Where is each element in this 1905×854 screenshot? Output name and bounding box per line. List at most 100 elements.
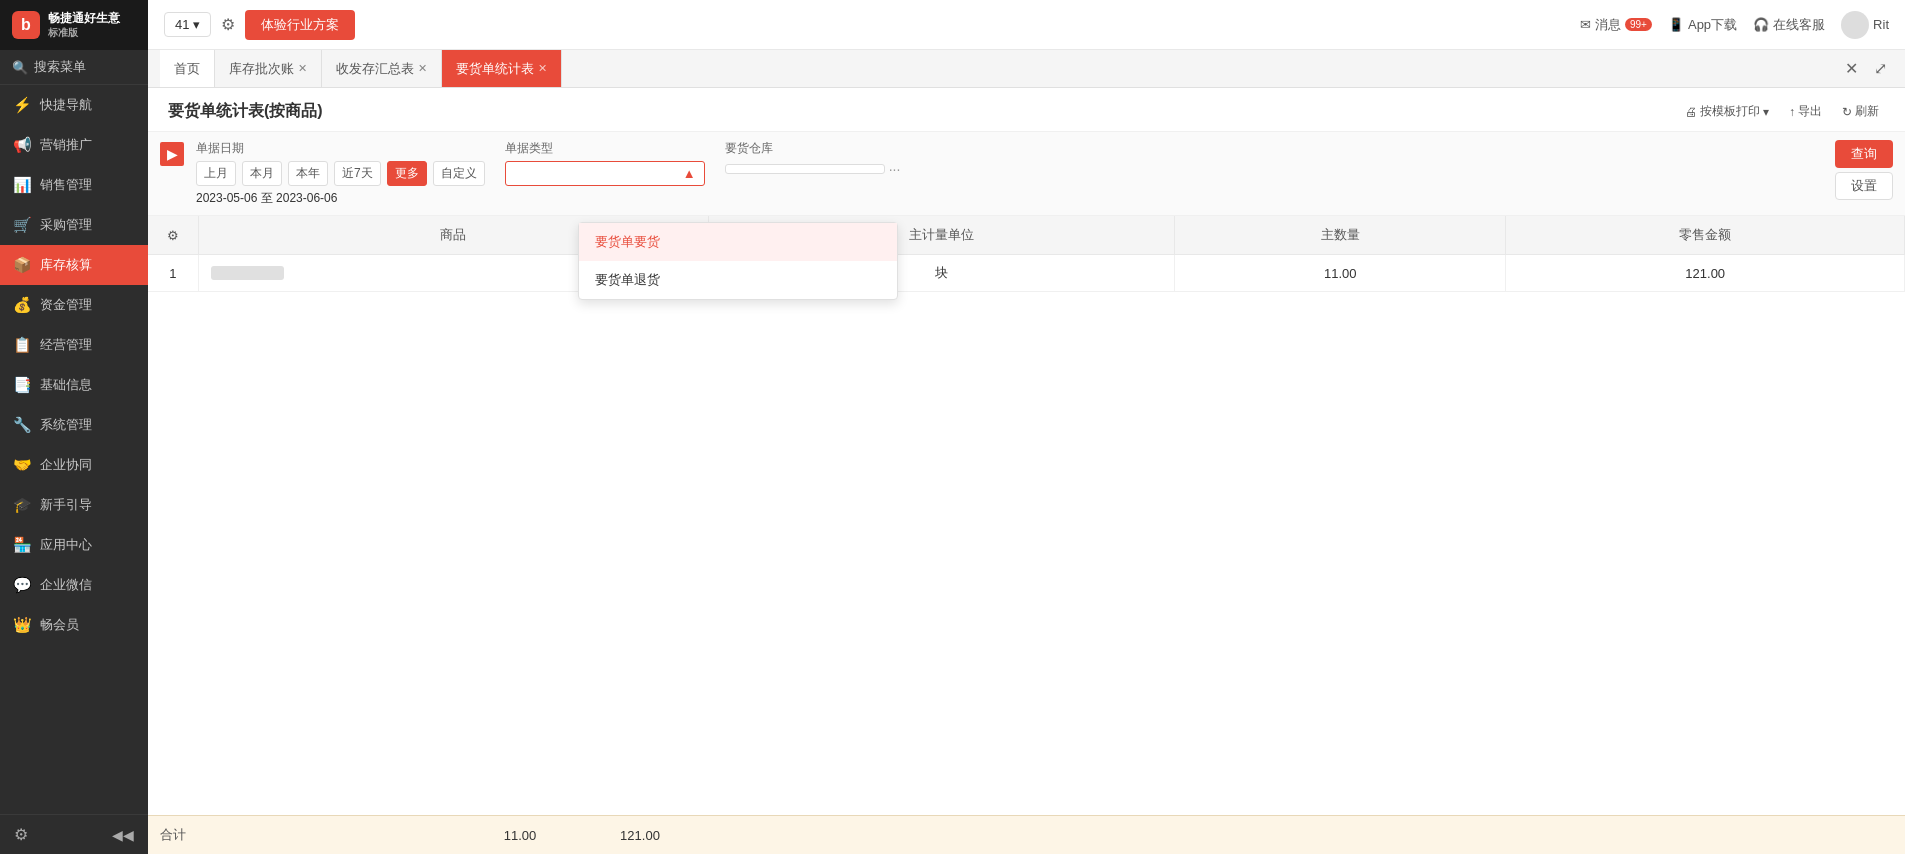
settings-button[interactable]: 设置 [1835,172,1893,200]
type-filter-input[interactable] [514,167,683,181]
tab-order-summary[interactable]: 要货单统计表 ✕ [442,50,562,87]
warehouse-filter-input[interactable] [725,164,885,174]
search-menu-label: 搜索菜单 [34,58,86,76]
topbar-right: ✉ 消息 99+ 📱 App下载 🎧 在线客服 Rit [1580,11,1889,39]
sidebar-item-label: 销售管理 [40,176,92,194]
finance-icon: 💰 [12,296,32,314]
print-button[interactable]: 🖨 按模板打印 ▾ [1679,100,1775,123]
sidebar-item-label: 新手引导 [40,496,92,514]
goods-name-blurred: ████████ [211,266,285,280]
print-label: 按模板打印 [1700,103,1760,120]
app-logo: b 畅捷通好生意 标准版 [0,0,148,50]
page-content: 要货单统计表(按商品) 🖨 按模板打印 ▾ ↑ 导出 ↻ 刷新 ▶ [148,88,1905,854]
topbar-gear-icon[interactable]: ⚙ [221,15,235,34]
page-actions: 🖨 按模板打印 ▾ ↑ 导出 ↻ 刷新 [1679,100,1885,123]
sidebar-item-member[interactable]: 👑 畅会员 [0,605,148,645]
filter-toggle-button[interactable]: ▶ [160,142,184,166]
sidebar-item-wechat[interactable]: 💬 企业微信 [0,565,148,605]
type-filter-input-wrap[interactable]: ▲ [505,161,705,186]
settings-icon[interactable]: ⚙ [14,825,28,844]
sidebar-item-inventory[interactable]: 📦 库存核算 [0,245,148,285]
tab-close-all-button[interactable]: ✕ [1839,57,1864,80]
search-menu[interactable]: 🔍 搜索菜单 [0,50,148,85]
tab-order-summary-close[interactable]: ✕ [538,62,547,75]
sidebar-item-guide[interactable]: 🎓 新手引导 [0,485,148,525]
dropdown-item-order-goods[interactable]: 要货单要货 [579,223,897,261]
sidebar-item-system[interactable]: 🔧 系统管理 [0,405,148,445]
tab-inventory-batch[interactable]: 库存批次账 ✕ [215,50,322,87]
filter-bar: ▶ 单据日期 上月 本月 本年 近7天 更多 自定义 2023-05-06 至 … [148,131,1905,216]
date-btn-more[interactable]: 更多 [387,161,427,186]
sidebar-item-marketing[interactable]: 📢 营销推广 [0,125,148,165]
guide-icon: 🎓 [12,496,32,514]
export-button[interactable]: ↑ 导出 [1783,100,1828,123]
sidebar-item-label: 基础信息 [40,376,92,394]
sidebar-item-appstore[interactable]: 🏪 应用中心 [0,525,148,565]
app-name-sub: 标准版 [48,26,120,39]
sidebar-nav: ⚡ 快捷导航 📢 营销推广 📊 销售管理 🛒 采购管理 📦 库存核算 💰 资金管… [0,85,148,814]
basic-icon: 📑 [12,376,32,394]
sidebar-item-quick-nav[interactable]: ⚡ 快捷导航 [0,85,148,125]
tabbar: 首页 库存批次账 ✕ 收发存汇总表 ✕ 要货单统计表 ✕ ✕ ⤢ [148,50,1905,88]
sidebar-item-label: 应用中心 [40,536,92,554]
tab-home[interactable]: 首页 [160,50,215,87]
sidebar-item-label: 畅会员 [40,616,79,634]
cell-amount: 121.00 [1506,255,1905,292]
tab-home-label: 首页 [174,60,200,78]
phone-icon: 📱 [1668,17,1684,32]
app-download-button[interactable]: 📱 App下载 [1668,16,1737,34]
sales-icon: 📊 [12,176,32,194]
date-btn-7days[interactable]: 近7天 [334,161,381,186]
logo-icon: b [12,11,40,39]
member-icon: 👑 [12,616,32,634]
tab-expand-button[interactable]: ⤢ [1868,57,1893,80]
col-header-gear[interactable]: ⚙ [148,216,198,255]
sidebar-item-sales[interactable]: 📊 销售管理 [0,165,148,205]
online-service-button[interactable]: 🎧 在线客服 [1753,16,1825,34]
warehouse-more-icon[interactable]: ··· [889,161,901,177]
enterprise-icon: 🤝 [12,456,32,474]
sidebar: b 畅捷通好生意 标准版 🔍 搜索菜单 ⚡ 快捷导航 📢 营销推广 📊 销售管理… [0,0,148,854]
collapse-icon[interactable]: ◀◀ [112,827,134,843]
sidebar-item-basic[interactable]: 📑 基础信息 [0,365,148,405]
cell-seq: 1 [148,255,198,292]
messages-button[interactable]: ✉ 消息 99+ [1580,16,1652,34]
sidebar-item-enterprise[interactable]: 🤝 企业协同 [0,445,148,485]
date-btn-last-month[interactable]: 上月 [196,161,236,186]
operations-icon: 📋 [12,336,32,354]
company-selector[interactable]: 41 ▾ [164,12,211,37]
print-icon: 🖨 [1685,105,1697,119]
page-header: 要货单统计表(按商品) 🖨 按模板打印 ▾ ↑ 导出 ↻ 刷新 [148,88,1905,131]
sidebar-item-finance[interactable]: 💰 资金管理 [0,285,148,325]
export-label: 导出 [1798,103,1822,120]
quick-nav-icon: ⚡ [12,96,32,114]
sidebar-item-operations[interactable]: 📋 经营管理 [0,325,148,365]
appstore-icon: 🏪 [12,536,32,554]
query-button[interactable]: 查询 [1835,140,1893,168]
messages-badge: 99+ [1625,18,1652,31]
tab-receivable-summary[interactable]: 收发存汇总表 ✕ [322,50,442,87]
page-title: 要货单统计表(按商品) [168,101,323,122]
sidebar-item-purchase[interactable]: 🛒 采购管理 [0,205,148,245]
sidebar-item-label: 系统管理 [40,416,92,434]
main-area: 41 ▾ ⚙ 体验行业方案 ✉ 消息 99+ 📱 App下载 🎧 在线客服 R [148,0,1905,854]
date-btn-this-month[interactable]: 本月 [242,161,282,186]
purchase-icon: 🛒 [12,216,32,234]
col-header-quantity: 主数量 [1175,216,1506,255]
message-icon: ✉ [1580,17,1591,32]
sidebar-item-label: 快捷导航 [40,96,92,114]
company-selector-value: 41 [175,17,189,32]
refresh-button[interactable]: ↻ 刷新 [1836,100,1885,123]
filter-type-group: 单据类型 ▲ [505,140,705,186]
filter-action-buttons: 查询 设置 [1835,140,1893,200]
marketing-icon: 📢 [12,136,32,154]
date-btn-custom[interactable]: 自定义 [433,161,485,186]
date-btn-this-year[interactable]: 本年 [288,161,328,186]
tab-inventory-batch-close[interactable]: ✕ [298,62,307,75]
tab-receivable-summary-close[interactable]: ✕ [418,62,427,75]
trial-button[interactable]: 体验行业方案 [245,10,355,40]
tab-receivable-summary-label: 收发存汇总表 [336,60,414,78]
date-filter-label: 单据日期 [196,140,485,157]
user-menu[interactable]: Rit [1841,11,1889,39]
dropdown-item-order-return[interactable]: 要货单退货 [579,261,897,299]
